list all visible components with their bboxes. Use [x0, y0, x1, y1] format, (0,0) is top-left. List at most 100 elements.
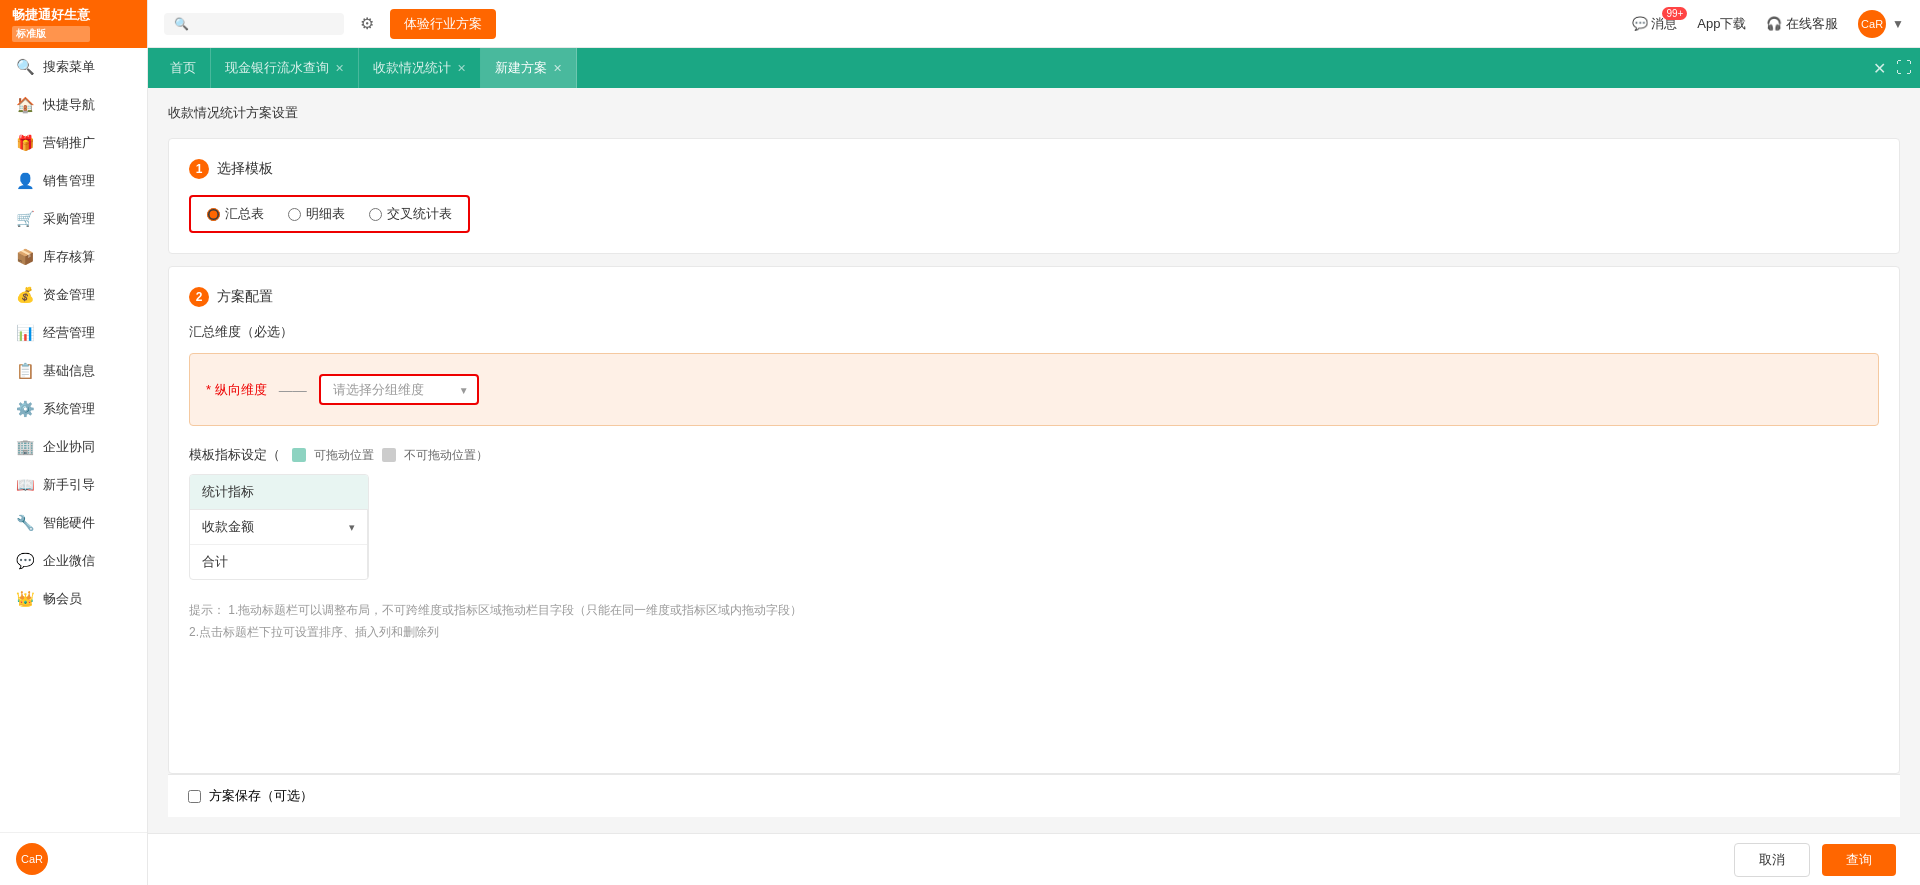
- radio-detail-label: 明细表: [306, 205, 345, 223]
- radio-summary-label: 汇总表: [225, 205, 264, 223]
- sidebar-item-finance[interactable]: 💰 资金管理: [0, 276, 147, 314]
- version-badge: 标准版: [12, 26, 90, 42]
- home-icon: 🏠: [16, 96, 35, 114]
- user-avatar-circle: CaR: [1858, 10, 1886, 38]
- main-area: 🔍 ⚙ 体验行业方案 💬 消息 99+ App下载 🎧 在线客服 CaR ▼ 首…: [148, 0, 1920, 885]
- app-download-btn[interactable]: App下载: [1697, 15, 1746, 33]
- radio-detail-input[interactable]: [288, 208, 301, 221]
- maximize-icon[interactable]: ⛶: [1896, 59, 1912, 77]
- template-options: 汇总表 明细表 交叉统计表: [189, 195, 470, 233]
- money-icon: 💰: [16, 286, 35, 304]
- config-section: 2 方案配置 汇总维度（必选） * 纵向维度 —— 请选择分组维度: [168, 266, 1900, 774]
- avatar: CaR: [16, 843, 48, 875]
- hint-area: 提示： 1.拖动标题栏可以调整布局，不可跨维度或指标区域拖动栏目字段（只能在同一…: [189, 600, 1879, 643]
- close-window-icon[interactable]: ✕: [1873, 59, 1886, 78]
- step1-text: 选择模板: [217, 160, 273, 178]
- box-icon: 📦: [16, 248, 35, 266]
- save-checkbox[interactable]: [188, 790, 201, 803]
- sidebar-item-sales[interactable]: 👤 销售管理: [0, 162, 147, 200]
- settings-icon[interactable]: ⚙: [360, 14, 374, 33]
- stat-header-label: 统计指标: [202, 483, 254, 501]
- stat-table: 统计指标 收款金额 ▾ 合计: [189, 474, 369, 580]
- tab-home-label: 首页: [170, 59, 196, 77]
- tab-new-plan-label: 新建方案: [495, 59, 547, 77]
- sidebar-item-basic-info[interactable]: 📋 基础信息: [0, 352, 147, 390]
- stat-table-header: 统计指标: [190, 475, 368, 510]
- tab-new-plan[interactable]: 新建方案 ✕: [481, 48, 577, 88]
- sidebar-item-enterprise[interactable]: 🏢 企业协同: [0, 428, 147, 466]
- step2-label: 2 方案配置: [189, 287, 1879, 307]
- stat-column-header[interactable]: 收款金额 ▾: [190, 510, 367, 545]
- radio-summary-input[interactable]: [207, 208, 220, 221]
- hardware-icon: 🔧: [16, 514, 35, 532]
- hint-2: 2.点击标题栏下拉可设置排序、插入列和删除列: [189, 622, 1879, 644]
- sidebar-logo: 畅捷通好生意 标准版: [0, 0, 147, 48]
- book-icon: 📖: [16, 476, 35, 494]
- stat-header-inner: 统计指标: [202, 483, 356, 501]
- radio-cross-input[interactable]: [369, 208, 382, 221]
- step2-text: 方案配置: [217, 288, 273, 306]
- sidebar-item-marketing[interactable]: 🎁 营销推广: [0, 124, 147, 162]
- sidebar-item-quick-nav[interactable]: 🏠 快捷导航: [0, 86, 147, 124]
- sidebar-item-system[interactable]: ⚙️ 系统管理: [0, 390, 147, 428]
- chart-icon: 📊: [16, 324, 35, 342]
- clipboard-icon: 📋: [16, 362, 35, 380]
- tab-cashflow-close[interactable]: ✕: [335, 62, 344, 75]
- template-section: 1 选择模板 汇总表 明细表 交叉统计表: [168, 138, 1900, 254]
- draggable-tag: [292, 448, 306, 462]
- tab-new-plan-close[interactable]: ✕: [553, 62, 562, 75]
- row-total-label: 合计: [202, 553, 228, 571]
- trial-btn[interactable]: 体验行业方案: [390, 9, 496, 39]
- sidebar-item-hardware[interactable]: 🔧 智能硬件: [0, 504, 147, 542]
- sidebar-item-operation[interactable]: 📊 经营管理: [0, 314, 147, 352]
- dimension-title: 汇总维度（必选）: [189, 323, 1879, 341]
- non-draggable-tag: [382, 448, 396, 462]
- topbar: 🔍 ⚙ 体验行业方案 💬 消息 99+ App下载 🎧 在线客服 CaR ▼: [148, 0, 1920, 48]
- radio-detail[interactable]: 明细表: [288, 205, 345, 223]
- tab-home[interactable]: 首页: [156, 48, 211, 88]
- dimension-select[interactable]: 请选择分组维度: [319, 374, 479, 405]
- tab-cashflow[interactable]: 现金银行流水查询 ✕: [211, 48, 359, 88]
- cancel-button[interactable]: 取消: [1734, 843, 1810, 877]
- hint-1: 提示： 1.拖动标题栏可以调整布局，不可跨维度或指标区域拖动栏目字段（只能在同一…: [189, 600, 1879, 622]
- tab-cashflow-label: 现金银行流水查询: [225, 59, 329, 77]
- query-button[interactable]: 查询: [1822, 844, 1896, 876]
- search-bar[interactable]: 🔍: [164, 13, 344, 35]
- step2-circle: 2: [189, 287, 209, 307]
- radio-summary[interactable]: 汇总表: [207, 205, 264, 223]
- tab-receivable-close[interactable]: ✕: [457, 62, 466, 75]
- tab-actions: ✕ ⛶: [1873, 59, 1912, 78]
- gear-icon: ⚙️: [16, 400, 35, 418]
- column-name: 收款金额: [202, 518, 254, 536]
- sidebar-bottom: CaR: [0, 832, 147, 885]
- indicator-header: 模板指标设定（ 可拖动位置 不可拖动位置）: [189, 446, 1879, 464]
- page-title: 收款情况统计方案设置: [168, 104, 1900, 122]
- tab-receivable[interactable]: 收款情况统计 ✕: [359, 48, 481, 88]
- draggable-legend: 可拖动位置 不可拖动位置）: [292, 447, 488, 464]
- logo-text: 畅捷通好生意: [12, 6, 90, 24]
- online-service-btn[interactable]: 🎧 在线客服: [1766, 15, 1838, 33]
- crown-icon: 👑: [16, 590, 35, 608]
- user-avatar-topbar: CaR ▼: [1858, 10, 1904, 38]
- sidebar-item-search-menu[interactable]: 🔍 搜索菜单: [0, 48, 147, 86]
- sidebar-item-inventory[interactable]: 📦 库存核算: [0, 238, 147, 276]
- search-icon: 🔍: [16, 58, 35, 76]
- footer-bar: 取消 查询: [148, 833, 1920, 885]
- indicator-settings: 模板指标设定（ 可拖动位置 不可拖动位置） 统计指标: [189, 446, 1879, 643]
- sidebar-item-guide[interactable]: 📖 新手引导: [0, 466, 147, 504]
- step1-circle: 1: [189, 159, 209, 179]
- notification-btn[interactable]: 💬 消息 99+: [1632, 15, 1678, 33]
- radio-cross[interactable]: 交叉统计表: [369, 205, 452, 223]
- dimension-row: * 纵向维度 —— 请选择分组维度: [206, 374, 1862, 405]
- vertical-label: * 纵向维度: [206, 381, 267, 399]
- user-icon: 👤: [16, 172, 35, 190]
- stat-columns: 收款金额 ▾ 合计: [190, 510, 368, 579]
- sidebar-item-member[interactable]: 👑 畅会员: [0, 580, 147, 618]
- notification-badge: 99+: [1662, 7, 1687, 20]
- dimension-arrow: ——: [279, 382, 307, 398]
- dimension-select-wrapper: 请选择分组维度: [319, 374, 479, 405]
- draggable-label: 可拖动位置: [314, 447, 374, 464]
- sidebar-item-purchase[interactable]: 🛒 采购管理: [0, 200, 147, 238]
- sidebar-item-wechat[interactable]: 💬 企业微信: [0, 542, 147, 580]
- column-dropdown-arrow[interactable]: ▾: [349, 521, 355, 534]
